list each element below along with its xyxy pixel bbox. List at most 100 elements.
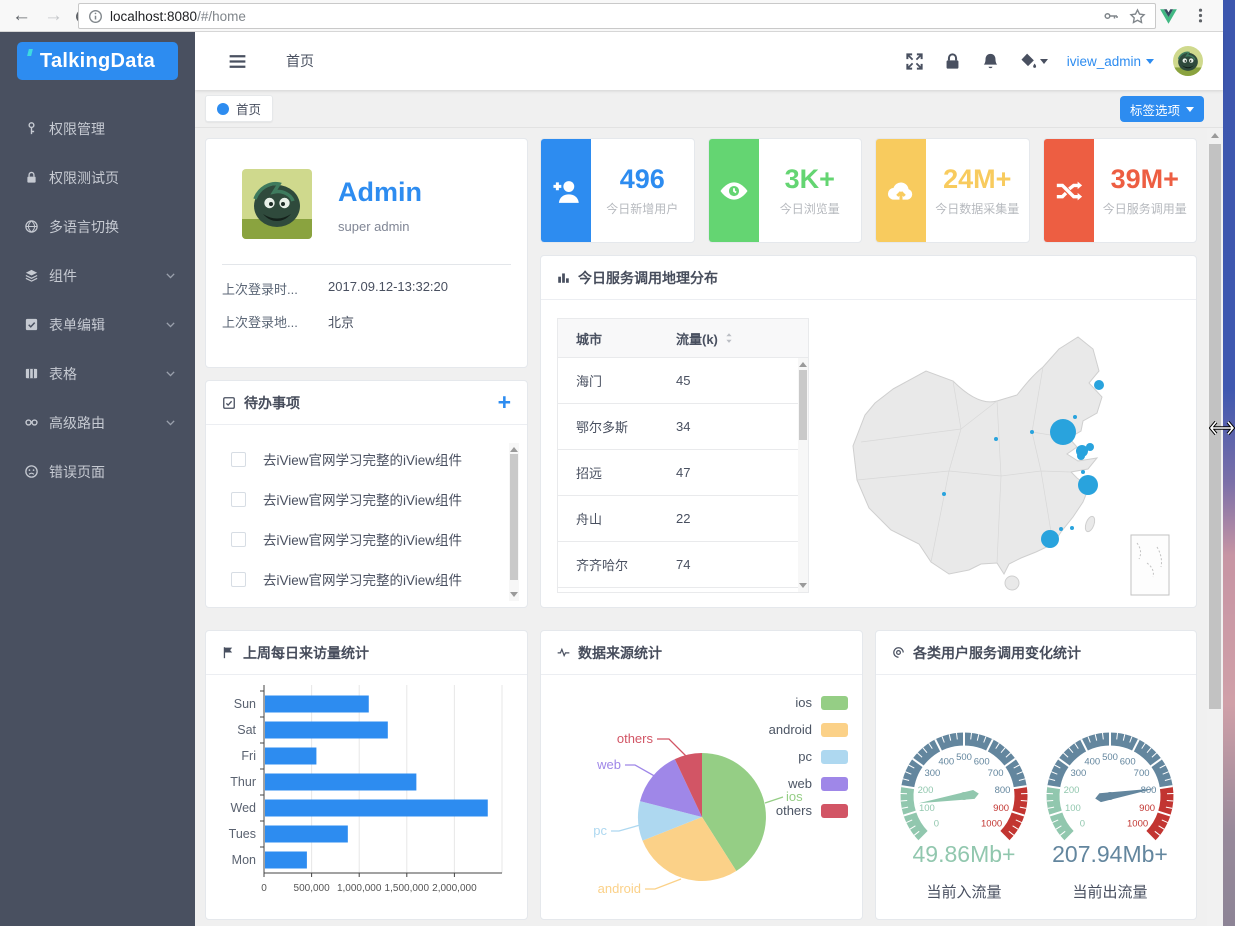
- user-dropdown[interactable]: iview_admin: [1067, 54, 1154, 69]
- svg-text:700: 700: [1134, 768, 1150, 779]
- todo-checkbox[interactable]: [231, 451, 246, 467]
- svg-text:500: 500: [956, 752, 972, 763]
- infinity-icon: [24, 415, 39, 430]
- user-meta-rows: 上次登录时... 2017.09.12-13:32:20 上次登录地... 北京: [206, 265, 527, 331]
- todo-checkbox[interactable]: [231, 571, 246, 587]
- card-title: 今日服务调用地理分布: [578, 269, 718, 286]
- legend-item[interactable]: others: [769, 803, 848, 818]
- table-row[interactable]: 招远 47: [558, 450, 808, 496]
- sidebar-item-4[interactable]: 表单编辑: [0, 300, 195, 349]
- legend-item[interactable]: ios: [769, 695, 848, 710]
- chevron-down-icon: [164, 269, 177, 282]
- layers-icon: [24, 268, 39, 283]
- sidebar-item-3[interactable]: 组件: [0, 251, 195, 300]
- todo-check-icon: [222, 396, 236, 410]
- talkingdata-logo[interactable]: TalkingData: [17, 42, 178, 80]
- stat-label: 今日新增用户: [606, 202, 679, 216]
- bar-chart-icon: [557, 271, 570, 284]
- svg-text:Mon: Mon: [232, 853, 256, 867]
- breadcrumb[interactable]: 首页: [286, 51, 314, 71]
- stat-label: 今日数据采集量: [935, 202, 1020, 216]
- todo-checkbox[interactable]: [231, 531, 246, 547]
- stat-value: 3K+: [784, 164, 835, 194]
- stat-card-0: 496 今日新增用户: [540, 138, 695, 243]
- sort-icon[interactable]: [722, 331, 736, 345]
- svg-text:900: 900: [993, 803, 1009, 814]
- table-row[interactable]: 海门 45: [558, 358, 808, 404]
- svg-text:300: 300: [1070, 768, 1086, 779]
- tag-options-button[interactable]: 标签选项: [1119, 96, 1204, 122]
- password-key-icon[interactable]: [1103, 8, 1119, 24]
- svg-text:300: 300: [924, 768, 940, 779]
- content-scrollbar[interactable]: [1207, 128, 1223, 926]
- table-row[interactable]: 舟山 22: [558, 496, 808, 542]
- sidebar-item-1[interactable]: 权限测试页: [0, 153, 195, 202]
- swirl-icon: [892, 646, 905, 659]
- browser-back-icon[interactable]: ←: [12, 2, 31, 30]
- browser-menu-dots-icon[interactable]: [1192, 7, 1209, 29]
- pie-legend: ios android pc web others: [769, 695, 848, 830]
- svg-text:Sun: Sun: [234, 697, 256, 711]
- svg-text:900: 900: [1139, 803, 1155, 814]
- todo-item: 去iView官网学习完整的iView组件: [206, 559, 527, 599]
- todo-item: 去iView官网学习完整的iView组件: [206, 439, 527, 479]
- user-info-card: Admin super admin 上次登录时... 2017.09.12-13:…: [205, 138, 528, 368]
- globe-icon: [24, 219, 39, 234]
- fullscreen-icon[interactable]: [905, 52, 924, 71]
- bookmark-star-icon[interactable]: [1129, 7, 1146, 25]
- info-icon[interactable]: [88, 9, 103, 24]
- top-header: 首页 iview_admin: [195, 32, 1223, 90]
- svg-text:207.94Mb+: 207.94Mb+: [1052, 841, 1168, 867]
- svg-text:500: 500: [1102, 752, 1118, 763]
- todo-scrollbar[interactable]: [509, 443, 519, 601]
- card-title: 上周每日来访量统计: [243, 644, 369, 661]
- sidebar-item-6[interactable]: 高级路由: [0, 398, 195, 447]
- lock-screen-icon[interactable]: [943, 52, 962, 71]
- username: iview_admin: [1066, 53, 1141, 69]
- table-row[interactable]: 鄂尔多斯 34: [558, 404, 808, 450]
- sidebar-item-0[interactable]: 权限管理: [0, 104, 195, 153]
- svg-text:0: 0: [934, 819, 939, 830]
- sidebar-item-2[interactable]: 多语言切换: [0, 202, 195, 251]
- card-title: 数据来源统计: [578, 644, 662, 661]
- sidebar-item-7[interactable]: 错误页面: [0, 447, 195, 496]
- legend-item[interactable]: web: [769, 776, 848, 791]
- browser-toolbar: ← → localhost:8080/#/home: [0, 0, 1223, 32]
- chevron-down-icon: [164, 318, 177, 331]
- add-todo-button[interactable]: +: [498, 391, 511, 414]
- flag-icon: [222, 646, 235, 659]
- table-row[interactable]: 齐齐哈尔 74: [558, 542, 808, 588]
- tag-home[interactable]: 首页: [205, 95, 274, 122]
- hamburger-menu-icon[interactable]: [227, 51, 248, 72]
- todo-checkbox[interactable]: [231, 491, 246, 507]
- notification-bell-icon[interactable]: [981, 52, 1000, 71]
- gauge-card: 各类用户服务调用变化统计 0 100 200 300 400 500 600 700 800 90…: [875, 630, 1197, 920]
- theme-switch-icon[interactable]: [1019, 52, 1048, 70]
- url-text: localhost:8080: [110, 8, 198, 24]
- card-title: 各类用户服务调用变化统计: [913, 644, 1081, 661]
- avatar[interactable]: [1173, 46, 1203, 76]
- main-area: 首页 iview_admin 首页 标签选项 Admin super admin…: [195, 32, 1223, 926]
- stat-card-2: 24M+ 今日数据采集量: [875, 138, 1030, 243]
- svg-text:100: 100: [1065, 803, 1081, 814]
- legend-item[interactable]: pc: [769, 749, 848, 764]
- lock-icon: [24, 170, 39, 185]
- user-role: super admin: [338, 219, 410, 234]
- svg-text:Thur: Thur: [230, 775, 256, 789]
- user-name: Admin: [338, 177, 422, 207]
- geo-table-body: 海门 45 鄂尔多斯 34 招远 47 舟山 22 齐齐哈尔 74: [558, 358, 808, 592]
- stat-value: 24M+: [943, 164, 1012, 194]
- svg-text:pc: pc: [593, 823, 607, 838]
- sidebar-item-5[interactable]: 表格: [0, 349, 195, 398]
- svg-text:0: 0: [261, 883, 267, 894]
- browser-address-bar[interactable]: localhost:8080/#/home: [78, 3, 1156, 29]
- todo-list: 去iView官网学习完整的iView组件 去iView官网学习完整的iView组件…: [206, 439, 527, 623]
- table-icon: [24, 366, 39, 381]
- vue-devtools-icon[interactable]: [1158, 5, 1179, 31]
- table-scrollbar[interactable]: [798, 358, 808, 592]
- china-map: [831, 311, 1191, 606]
- browser-forward-icon[interactable]: →: [44, 2, 63, 30]
- legend-item[interactable]: android: [769, 722, 848, 737]
- app-root: TalkingData 权限管理 权限测试页 多语言切换 组件 表单编辑 表格 高级路由 错误…: [0, 32, 1223, 926]
- svg-text:200: 200: [918, 785, 934, 796]
